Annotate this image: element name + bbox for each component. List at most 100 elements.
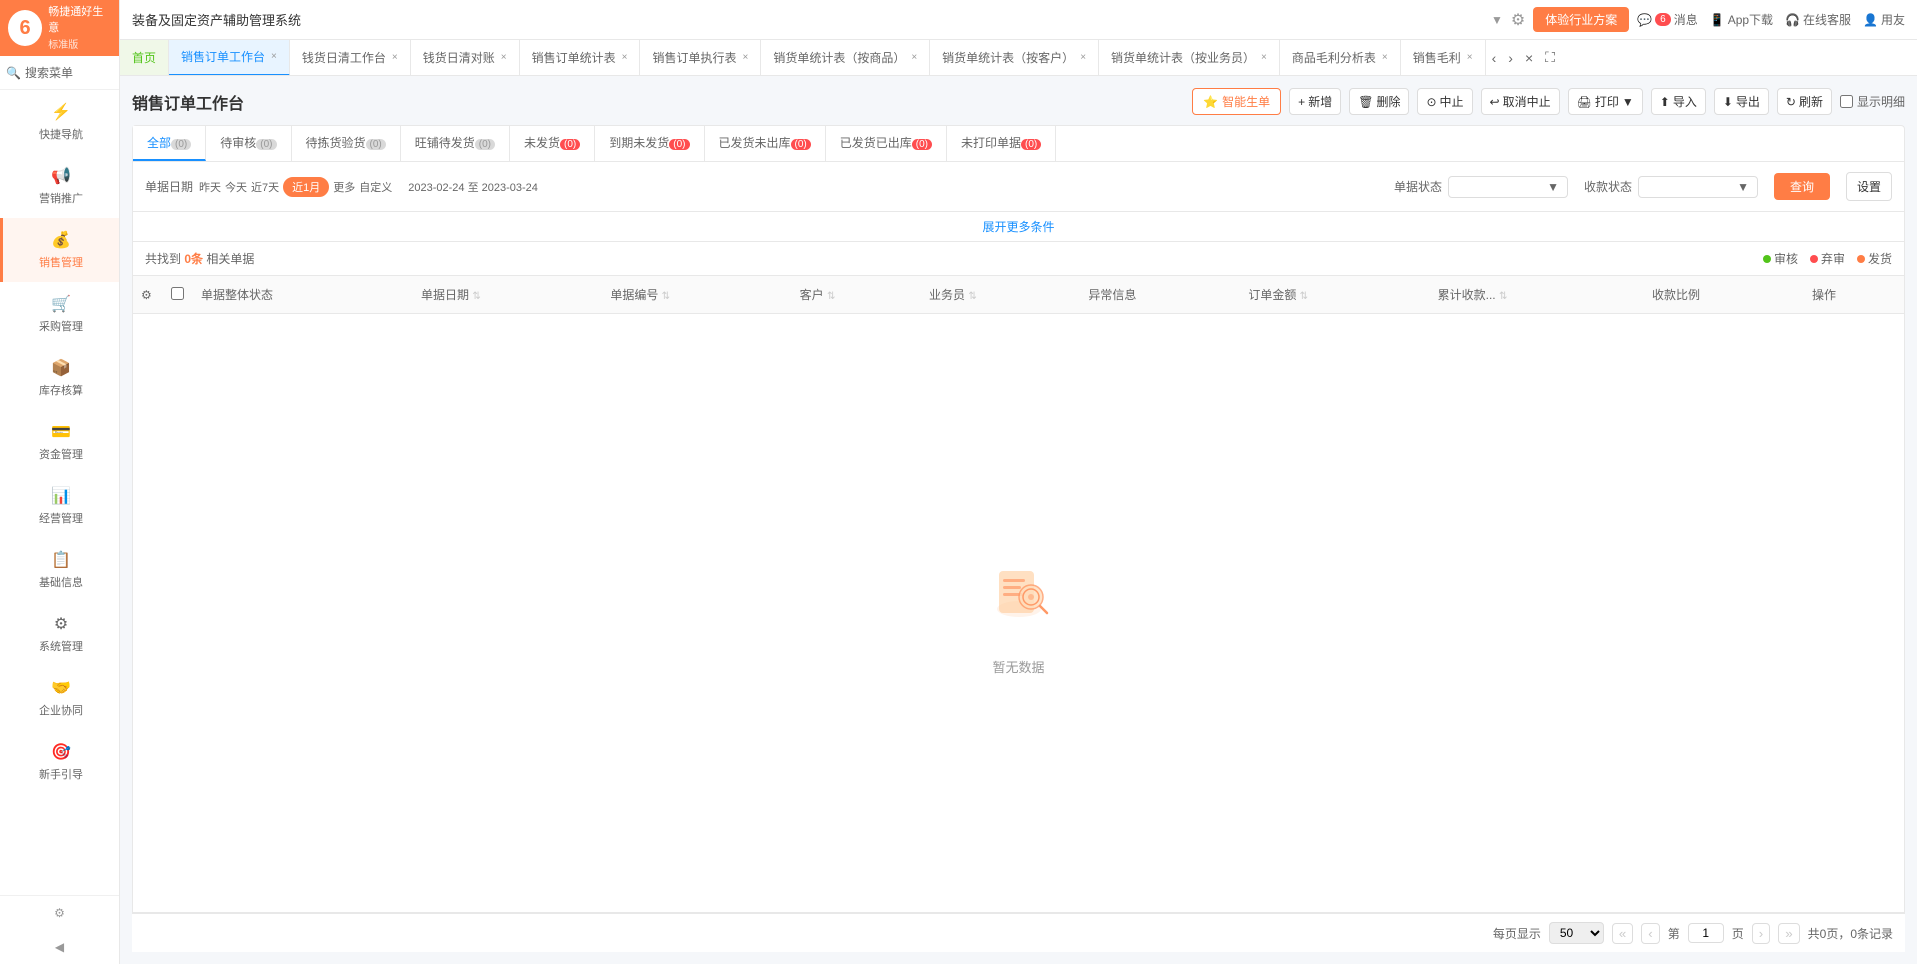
status-select[interactable]: ▼ (1448, 176, 1568, 198)
tab-close-delivery-stats2[interactable]: × (1080, 52, 1086, 63)
filter-tab-pending-review[interactable]: 待审核(0) (206, 126, 291, 161)
sidebar-item-basic-info[interactable]: 📋基础信息 (0, 538, 119, 602)
solution-button[interactable]: 体验行业方案 (1533, 7, 1629, 32)
tab-delivery-stats3[interactable]: 销货单统计表（按业务员）× (1099, 40, 1280, 76)
filter-tab-shipped-out[interactable]: 已发货已出库(0) (826, 126, 947, 161)
filter-tab-not-shipped[interactable]: 未发货(0) (510, 126, 595, 161)
last-page-btn[interactable]: » (1778, 923, 1799, 944)
header-date[interactable]: 单据日期 ⇅ (413, 276, 602, 314)
print-btn[interactable]: 🖨 打印 ▼ (1568, 88, 1643, 115)
tab-cash-daily[interactable]: 钱货日清工作台× (290, 40, 411, 76)
sidebar-item-marketing[interactable]: 📢营销推广 (0, 154, 119, 218)
first-page-btn[interactable]: « (1612, 923, 1633, 944)
sidebar-settings-btn[interactable]: ⚙ (0, 896, 119, 930)
header-collected[interactable]: 累计收款... ⇅ (1430, 276, 1644, 314)
sidebar-item-business[interactable]: 📊经营管理 (0, 474, 119, 538)
filter-tab-not-printed[interactable]: 未打印单据(0) (947, 126, 1056, 161)
tab-close-all-btn[interactable]: × (1519, 40, 1539, 76)
app-download-btn[interactable]: 📱 App下载 (1710, 11, 1773, 28)
tab-close-sales-stats[interactable]: × (622, 52, 628, 63)
more-btn[interactable]: 更多 (333, 179, 355, 195)
tab-prev-btn[interactable]: ‹ (1486, 40, 1503, 76)
next-page-btn[interactable]: › (1752, 923, 1770, 944)
tab-close-sales-order[interactable]: × (271, 51, 277, 62)
sidebar-item-system[interactable]: ⚙系统管理 (0, 602, 119, 666)
import-btn[interactable]: ⬆ 导入 (1651, 88, 1706, 115)
tab-close-delivery-stats3[interactable]: × (1261, 52, 1267, 63)
header-checkbox[interactable] (163, 276, 193, 314)
1month-btn[interactable]: 近1月 (283, 177, 329, 197)
tab-close-sales-revenue[interactable]: × (1467, 52, 1473, 63)
tab-sales-revenue[interactable]: 销售毛利× (1401, 40, 1486, 76)
show-detail-checkbox[interactable] (1840, 95, 1853, 108)
review-action[interactable]: 审核 (1763, 250, 1798, 267)
tab-cash-account[interactable]: 钱货日清对账× (411, 40, 520, 76)
show-detail-label[interactable]: 显示明细 (1840, 93, 1905, 110)
sidebar-item-newbie[interactable]: 🎯新手引导 (0, 730, 119, 794)
header-customer[interactable]: 客户 ⇅ (792, 276, 921, 314)
per-page-select[interactable]: 50 10 20 100 (1549, 922, 1604, 944)
online-service-btn[interactable]: 🎧 在线客服 (1785, 11, 1851, 28)
message-btn[interactable]: 💬 6 消息 (1637, 11, 1698, 28)
user-btn[interactable]: 👤 用友 (1863, 11, 1905, 28)
stop-btn[interactable]: ⊙ 中止 (1417, 88, 1472, 115)
filter-tab-pending-inspect[interactable]: 待拣货验货(0) (292, 126, 401, 161)
sidebar-item-inventory[interactable]: 📦库存核算 (0, 346, 119, 410)
sidebar-item-purchase[interactable]: 🛒采购管理 (0, 282, 119, 346)
sidebar-item-sales[interactable]: 💰销售管理 (0, 218, 119, 282)
tab-sales-exec[interactable]: 销售订单执行表× (640, 40, 761, 76)
collected-sort-icon[interactable]: ⇅ (1499, 291, 1507, 302)
sidebar-collapse-btn[interactable]: ◀ (0, 930, 119, 964)
filter-tab-shipped-not-out[interactable]: 已发货未出库(0) (705, 126, 826, 161)
tab-close-gross-profit[interactable]: × (1382, 52, 1388, 63)
refresh-btn[interactable]: ↻ 刷新 (1777, 88, 1832, 115)
tab-next-btn[interactable]: › (1502, 40, 1519, 76)
tab-close-cash-account[interactable]: × (501, 52, 507, 63)
tab-close-cash-daily[interactable]: × (392, 52, 398, 63)
customer-sort-icon[interactable]: ⇅ (827, 291, 835, 302)
tab-maximize-btn[interactable]: ⛶ (1539, 40, 1561, 76)
filter-tab-wangpu-ship[interactable]: 旺铺待发货(0) (401, 126, 510, 161)
filter-tab-all[interactable]: 全部(0) (133, 126, 206, 161)
header-number[interactable]: 单据编号 ⇅ (602, 276, 791, 314)
header-amount[interactable]: 订单金额 ⇅ (1240, 276, 1429, 314)
number-sort-icon[interactable]: ⇅ (662, 291, 670, 302)
ship-action[interactable]: 发货 (1857, 250, 1892, 267)
prev-page-btn[interactable]: ‹ (1641, 923, 1659, 944)
sidebar-search-btn[interactable]: 🔍 搜索菜单 (0, 56, 119, 90)
query-btn[interactable]: 查询 (1774, 173, 1830, 200)
header-settings-icon[interactable]: ⚙ (1511, 10, 1525, 30)
tab-close-delivery-stats[interactable]: × (911, 52, 917, 63)
smart-order-btn[interactable]: ⭐ 智能生单 (1192, 88, 1281, 115)
delete-btn[interactable]: 🗑 删除 (1349, 88, 1409, 115)
add-btn[interactable]: + 新增 (1289, 88, 1341, 115)
filter-tab-expired-not-shipped[interactable]: 到期未发货(0) (595, 126, 704, 161)
sidebar-item-finance[interactable]: 💳资金管理 (0, 410, 119, 474)
expand-btn[interactable]: 展开更多条件 (982, 218, 1054, 235)
tab-sales-stats[interactable]: 销售订单统计表× (520, 40, 641, 76)
page-input[interactable] (1688, 923, 1724, 943)
amount-sort-icon[interactable]: ⇅ (1300, 291, 1308, 302)
select-all-checkbox[interactable] (171, 287, 184, 300)
sidebar-item-enterprise[interactable]: 🤝企业协同 (0, 666, 119, 730)
set-btn[interactable]: 设置 (1846, 172, 1892, 201)
export-btn[interactable]: ⬇ 导出 (1714, 88, 1769, 115)
tab-home[interactable]: 首页 (120, 40, 169, 76)
tab-close-sales-exec[interactable]: × (742, 52, 748, 63)
date-sort-icon[interactable]: ⇅ (472, 291, 480, 302)
header-settings[interactable]: ⚙ (133, 276, 163, 314)
tab-delivery-stats[interactable]: 销货单统计表（按商品）× (761, 40, 930, 76)
tab-sales-order[interactable]: 销售订单工作台× (169, 40, 290, 76)
cancel-stop-btn[interactable]: ↩ 取消中止 (1481, 88, 1560, 115)
tab-gross-profit[interactable]: 商品毛利分析表× (1280, 40, 1401, 76)
tab-delivery-stats2[interactable]: 销货单统计表（按客户）× (930, 40, 1099, 76)
payment-select[interactable]: ▼ (1638, 176, 1758, 198)
cancel-action[interactable]: 弃审 (1810, 250, 1845, 267)
sidebar-item-quick-nav[interactable]: ⚡快捷导航 (0, 90, 119, 154)
custom-btn[interactable]: 自定义 (359, 179, 392, 195)
7days-btn[interactable]: 近7天 (251, 179, 279, 195)
header-salesperson[interactable]: 业务员 ⇅ (921, 276, 1080, 314)
today-btn[interactable]: 今天 (225, 179, 247, 195)
yesterday-btn[interactable]: 昨天 (199, 179, 221, 195)
salesperson-sort-icon[interactable]: ⇅ (968, 291, 976, 302)
